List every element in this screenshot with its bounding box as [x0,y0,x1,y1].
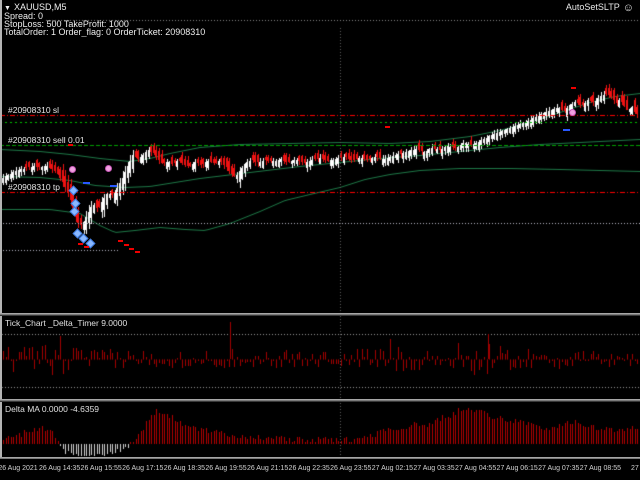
time-axis-label: 27 Aug 04:55 [455,465,496,472]
stop-level-dash-icon [135,251,140,253]
window-left-border [0,0,2,480]
time-axis-label: 27 Aug 06:15 [497,465,538,472]
time-axis-label: 27 A [631,465,640,472]
time-axis-label: 27 Aug 08:55 [580,465,621,472]
stop-level-dash-icon [385,126,390,128]
order-price-dash-icon [563,129,570,131]
time-axis[interactable]: 26 Aug 202126 Aug 14:3526 Aug 15:5526 Au… [0,459,640,480]
panel-separator[interactable] [0,313,640,316]
order-sell-label[interactable]: #20908310 sell 0.01 [8,135,85,145]
mt4-chart-window: ▼XAUUSD,M5 Spread: 0 StopLoss: 500 TakeP… [0,0,640,480]
time-axis-label: 27 Aug 03:35 [413,465,454,472]
time-axis-label: 26 Aug 14:35 [39,465,80,472]
stop-level-dash-icon [129,248,134,250]
stop-level-dash-icon [84,246,89,248]
panel-separator[interactable] [0,399,640,402]
time-axis-label: 26 Aug 15:55 [81,465,122,472]
deal-entry-icon [105,165,112,172]
time-axis-label: 26 Aug 23:55 [330,465,371,472]
time-axis-label: 26 Aug 21:15 [247,465,288,472]
stop-level-dash-icon [571,87,576,89]
ea-name-label: AutoSetSLTP [566,2,620,12]
time-axis-label: 27 Aug 07:35 [538,465,579,472]
time-axis-label: 26 Aug 18:35 [164,465,205,472]
tick-indicator-label: Tick_Chart _Delta_Timer 9.0000 [5,318,127,328]
time-axis-label: 26 Aug 22:35 [289,465,330,472]
deal-entry-icon [69,166,76,173]
stop-level-dash-icon [78,243,83,245]
stop-level-dash-icon [124,244,129,246]
time-axis-label: 27 Aug 02:15 [372,465,413,472]
time-axis-label: 26 Aug 17:15 [122,465,163,472]
order-price-dash-icon [110,185,117,187]
order-info-label: TotalOrder: 1 Order_flag: 0 OrderTicket:… [4,27,205,37]
delta-indicator-label: Delta MA 0.0000 -4.6359 [5,404,99,414]
ea-status: AutoSetSLTP☺ [566,2,634,14]
order-sl-label[interactable]: #20908310 sl [8,105,59,115]
time-axis-label: 26 Aug 2021 [0,465,38,472]
stop-level-dash-icon [118,240,123,242]
ea-smiley-icon: ☺ [623,2,634,14]
order-tp-label[interactable]: #20908310 tp [8,182,60,192]
stop-level-dash-icon [68,144,73,146]
order-price-dash-icon [83,182,90,184]
deal-entry-icon [569,109,576,116]
time-axis-label: 26 Aug 19:55 [205,465,246,472]
